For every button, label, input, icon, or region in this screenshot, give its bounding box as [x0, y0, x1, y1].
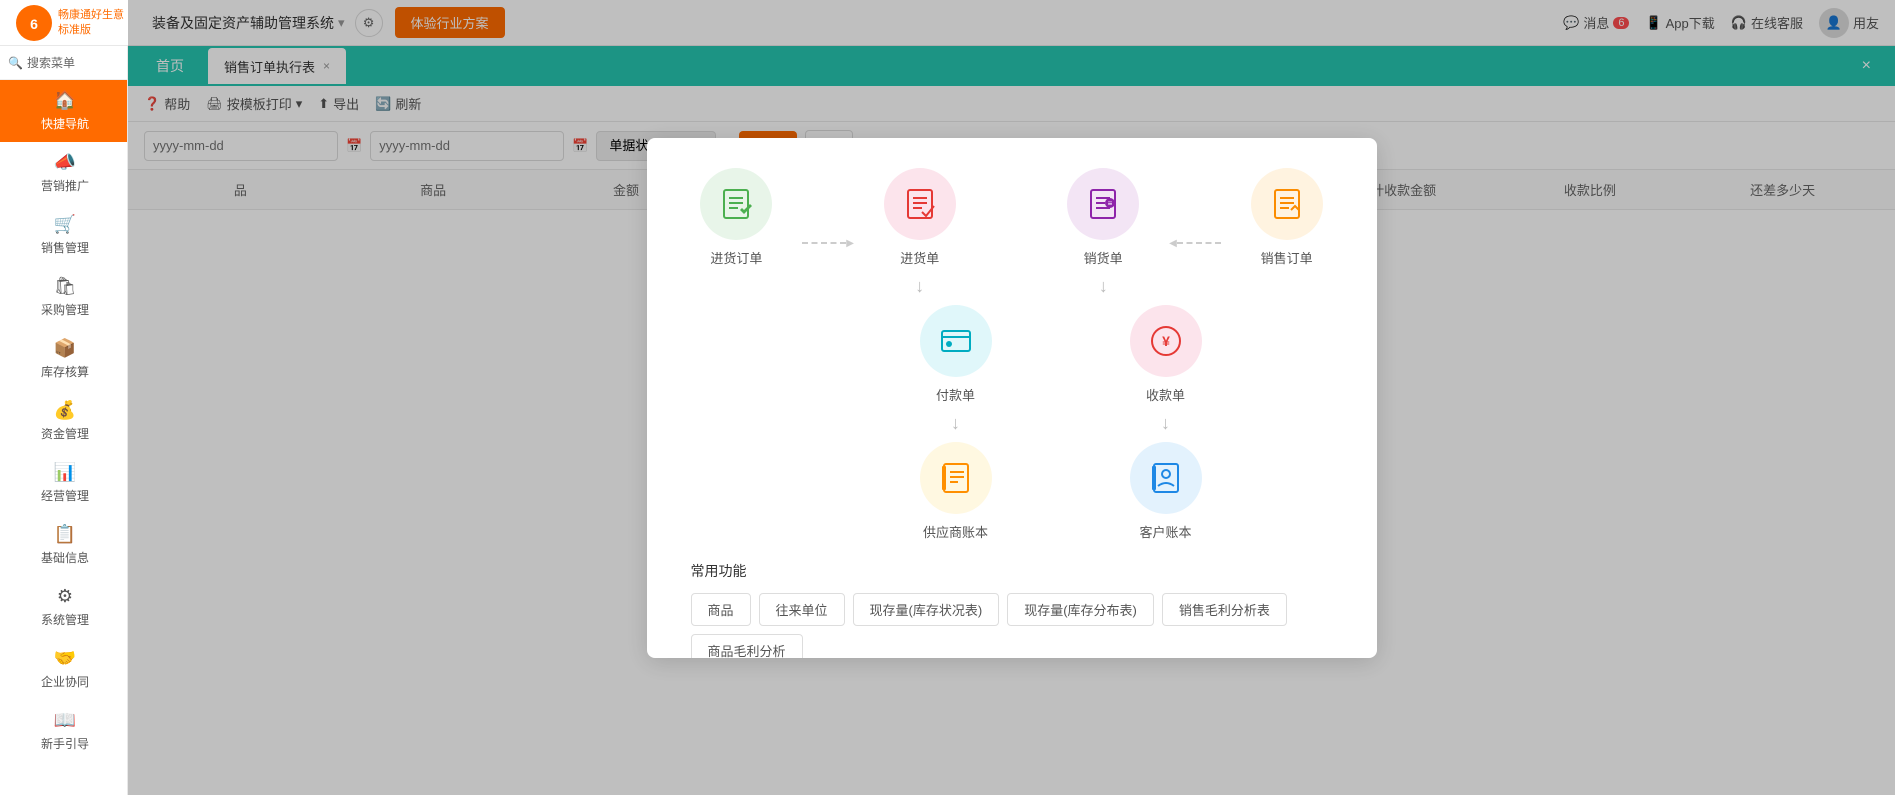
flow-node-payment[interactable]: 付款单 [881, 295, 1031, 414]
flow-node-customer-ledger[interactable]: 客户账本 [1091, 432, 1241, 551]
system-icon: ⚙ [57, 586, 73, 607]
flow-diagram: 进货订单 ▶ [671, 158, 1353, 551]
operations-icon: 📊 [54, 462, 76, 483]
search-icon: 🔍 [8, 56, 23, 70]
sidebar-item-basic-info[interactable]: 📋 基础信息 [0, 514, 127, 576]
logo-text: 畅康通好生意 标准版 [58, 8, 124, 37]
purchase-order-icon [716, 184, 756, 224]
common-functions: 常用功能 商品 往来单位 现存量(库存状况表) 现存量(库存分布表) 销售毛利分… [671, 551, 1353, 658]
node-label-customer-ledger: 客户账本 [1139, 522, 1191, 541]
sidebar-item-quick-nav[interactable]: 🏠 快捷导航 [0, 80, 127, 142]
func-btn-stock-dist[interactable]: 现存量(库存分布表) [1007, 593, 1154, 626]
sidebar-item-guide[interactable]: 📖 新手引导 [0, 700, 127, 762]
sidebar-item-inventory[interactable]: 📦 库存核算 [0, 328, 127, 390]
sidebar-item-enterprise[interactable]: 🤝 企业协同 [0, 638, 127, 700]
node-label-payment: 付款单 [936, 385, 975, 404]
node-label-sales-order: 销售订单 [1261, 248, 1313, 267]
receipt-icon: ¥ [1146, 321, 1186, 361]
node-label-purchase-bill: 进货单 [900, 248, 939, 267]
enterprise-icon: 🤝 [54, 648, 76, 669]
func-btn-sales-gross[interactable]: 销售毛利分析表 [1162, 593, 1287, 626]
sidebar-item-label: 系统管理 [41, 611, 89, 628]
func-btn-product-gross[interactable]: 商品毛利分析 [691, 634, 803, 658]
sidebar-item-label: 营销推广 [41, 177, 89, 194]
sidebar-item-label: 快捷导航 [41, 115, 89, 132]
sidebar-item-operations[interactable]: 📊 经营管理 [0, 452, 127, 514]
home-icon: 🏠 [54, 90, 76, 111]
app-logo: 6 [16, 5, 52, 41]
func-buttons-row1: 商品 往来单位 现存量(库存状况表) 现存量(库存分布表) 销售毛利分析表 商品… [691, 593, 1333, 658]
sidebar-item-purchase[interactable]: 🛍 采购管理 [0, 266, 127, 328]
func-btn-partner[interactable]: 往来单位 [759, 593, 845, 626]
payment-icon [936, 321, 976, 361]
sidebar-item-label: 资金管理 [41, 425, 89, 442]
sidebar-item-label: 采购管理 [41, 301, 89, 318]
node-label-purchase-order: 进货订单 [710, 248, 762, 267]
svg-text:≡: ≡ [1108, 199, 1113, 208]
node-label-supplier-ledger: 供应商账本 [923, 522, 988, 541]
common-functions-title: 常用功能 [691, 561, 1333, 581]
arrow-down-4: ↓ [1161, 414, 1170, 432]
flow-node-sales-bill[interactable]: ≡ 销货单 [1037, 158, 1169, 277]
flow-modal: 进货订单 ▶ [647, 138, 1377, 658]
search-menu[interactable]: 🔍 搜索菜单 [0, 46, 127, 80]
sidebar-item-label: 新手引导 [41, 735, 89, 752]
sidebar-item-label: 基础信息 [41, 549, 89, 566]
supplier-ledger-icon [936, 458, 976, 498]
search-label: 搜索菜单 [27, 54, 75, 71]
sidebar-item-label: 企业协同 [41, 673, 89, 690]
customer-ledger-icon [1146, 458, 1186, 498]
basic-info-icon: 📋 [54, 524, 76, 545]
marketing-icon: 📣 [54, 152, 76, 173]
sidebar-item-label: 经营管理 [41, 487, 89, 504]
sales-order-icon [1267, 184, 1307, 224]
sidebar-item-marketing[interactable]: 📣 营销推广 [0, 142, 127, 204]
svg-text:¥: ¥ [1162, 333, 1170, 349]
guide-icon: 📖 [54, 710, 76, 731]
purchase-bill-icon [900, 184, 940, 224]
svg-text:6: 6 [30, 16, 38, 32]
sales-icon: 🛒 [54, 214, 76, 235]
arrow-down-3: ↓ [951, 414, 960, 432]
arrow-down-1: ↓ [915, 277, 924, 295]
modal-overlay[interactable]: 进货订单 ▶ [128, 0, 1895, 795]
flow-node-sales-order[interactable]: 销售订单 [1221, 158, 1353, 277]
sidebar-item-label: 库存核算 [41, 363, 89, 380]
func-btn-product[interactable]: 商品 [691, 593, 751, 626]
func-btn-stock-status[interactable]: 现存量(库存状况表) [853, 593, 1000, 626]
sidebar-item-label: 销售管理 [41, 239, 89, 256]
inventory-icon: 📦 [54, 338, 76, 359]
flow-node-supplier-ledger[interactable]: 供应商账本 [881, 432, 1031, 551]
flow-node-purchase-bill[interactable]: 进货单 [854, 158, 986, 277]
purchase-icon: 🛍 [54, 276, 77, 297]
sales-bill-icon: ≡ [1083, 184, 1123, 224]
flow-node-purchase-order[interactable]: 进货订单 [671, 158, 803, 277]
sidebar-item-sales[interactable]: 🛒 销售管理 [0, 204, 127, 266]
finance-icon: 💰 [54, 400, 76, 421]
node-label-sales-bill: 销货单 [1084, 248, 1123, 267]
flow-node-receipt[interactable]: ¥ 收款单 [1091, 295, 1241, 414]
sidebar-item-finance[interactable]: 💰 资金管理 [0, 390, 127, 452]
node-label-receipt: 收款单 [1146, 385, 1185, 404]
arrow-down-2: ↓ [1099, 277, 1108, 295]
sidebar-item-system[interactable]: ⚙ 系统管理 [0, 576, 127, 638]
